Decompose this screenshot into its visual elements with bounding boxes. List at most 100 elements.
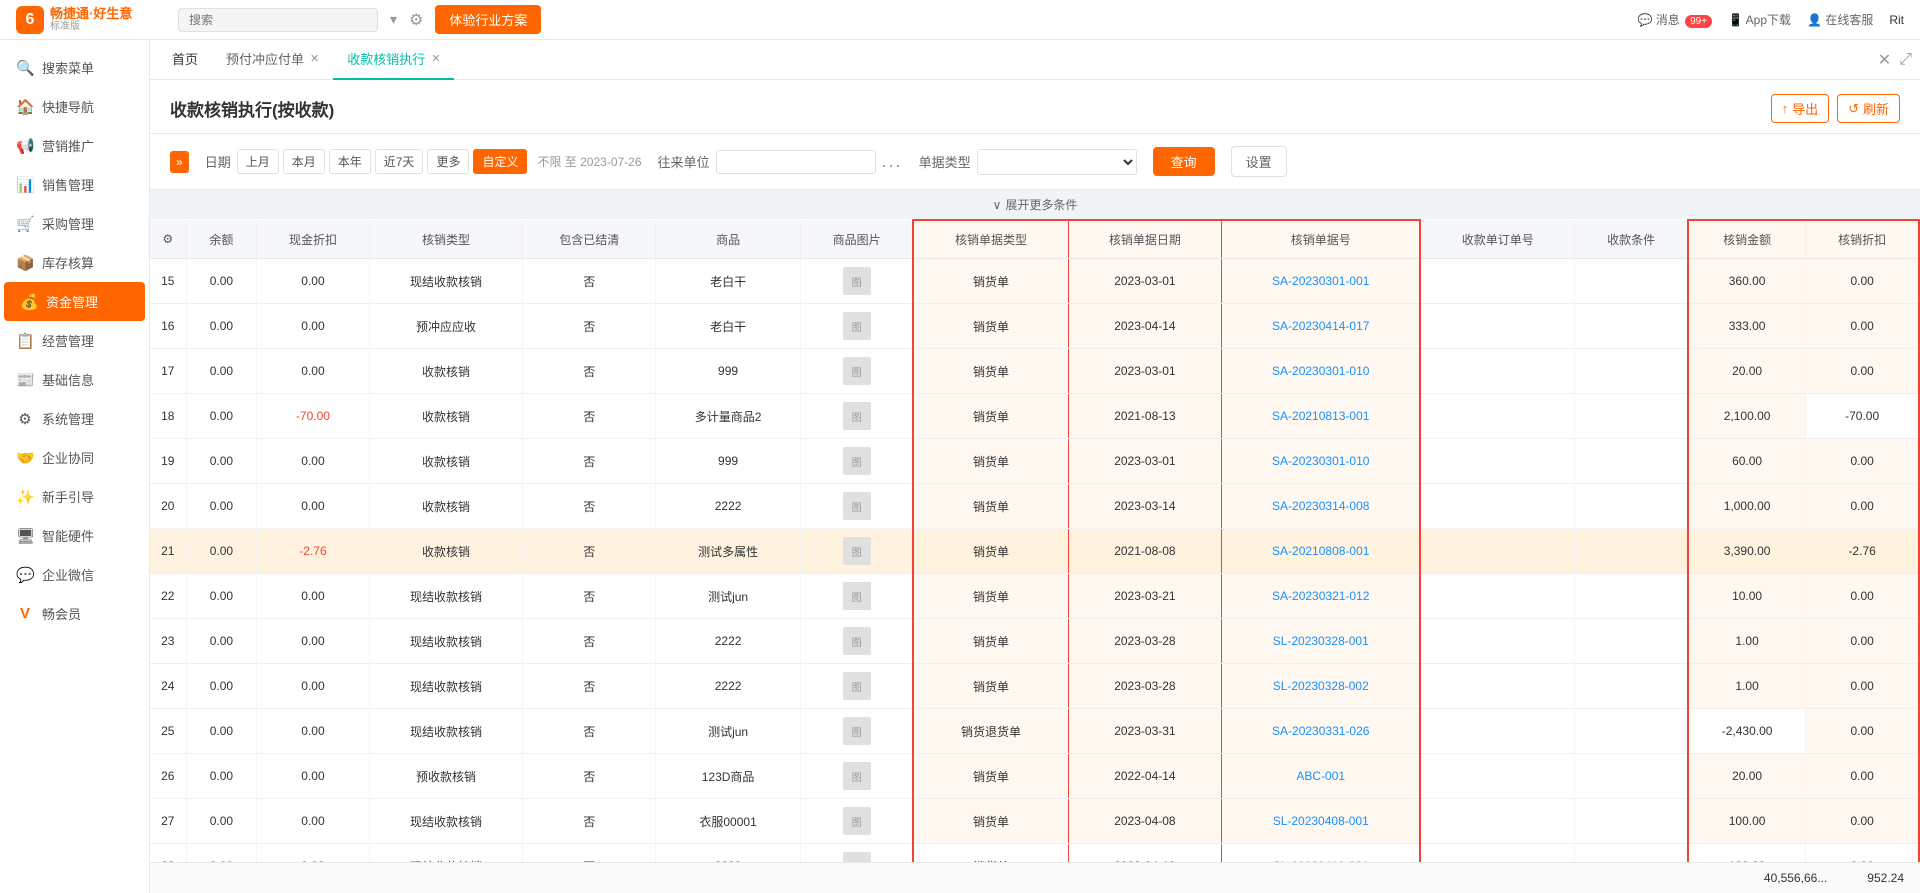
cell-goods: 2222 — [656, 664, 801, 709]
cell-receipt-order-no — [1420, 394, 1575, 439]
sidebar-item-sales[interactable]: 📊 销售管理 — [0, 165, 149, 204]
tab-collection-close[interactable]: ✕ — [431, 52, 440, 65]
sidebar-item-marketing[interactable]: 📢 营销推广 — [0, 126, 149, 165]
cell-receipt-order-no — [1420, 799, 1575, 844]
sidebar-item-system[interactable]: ⚙ 系统管理 — [0, 399, 149, 438]
industry-btn[interactable]: 体验行业方案 — [435, 5, 541, 34]
sidebar-label-corp: 企业协同 — [42, 448, 94, 467]
app-download-btn[interactable]: 📱 App下载 — [1728, 11, 1791, 28]
sidebar-item-search[interactable]: 🔍 搜索菜单 — [0, 48, 149, 87]
page-actions: ↑ 导出 ↺ 刷新 — [1771, 94, 1900, 123]
cell-write-off-type: 现结收款核销 — [369, 619, 523, 664]
online-service-btn[interactable]: 👤 在线客服 — [1807, 11, 1873, 28]
col-header-goods: 商品 — [656, 220, 801, 259]
cell-row-num: 28 — [150, 844, 186, 863]
sidebar-item-finance[interactable]: 💰 资金管理 — [4, 282, 145, 321]
bill-no-link[interactable]: SA-20230331-026 — [1272, 724, 1369, 738]
message-btn[interactable]: 💬 消息 99+ — [1637, 11, 1712, 28]
cell-receipt-condition — [1575, 799, 1688, 844]
bill-no-link[interactable]: SA-20210813-001 — [1272, 409, 1369, 423]
bill-no-link[interactable]: SA-20230414-017 — [1272, 319, 1369, 333]
sidebar-item-hardware[interactable]: 🖥 智能硬件 — [0, 516, 149, 555]
cell-receipt-order-no — [1420, 754, 1575, 799]
cell-include-settled: 否 — [523, 529, 656, 574]
cell-goods: 123D商品 — [656, 754, 801, 799]
message-label: 消息 — [1656, 13, 1680, 27]
table-wrapper[interactable]: ⚙ 余额 现金折扣 核销类型 包含已结清 商品 商品图片 核销单据类型 核销单据… — [150, 219, 1920, 862]
sidebar-item-purchase[interactable]: 🛒 采购管理 — [0, 204, 149, 243]
bill-no-link[interactable]: ABC-001 — [1296, 769, 1345, 783]
tab-prepay-close[interactable]: ✕ — [310, 52, 319, 65]
cell-receipt-condition — [1575, 574, 1688, 619]
filter-row: » 日期 上月 本月 本年 近7天 更多 自定义 不限 至 2023-07-26 — [170, 146, 1900, 177]
bill-no-link[interactable]: SA-20230314-008 — [1272, 499, 1369, 513]
table-row: 22 0.00 0.00 现结收款核销 否 测试jun 图 销货单 2023-0… — [150, 574, 1919, 619]
maximize-icon[interactable]: ⤢ — [1899, 51, 1912, 69]
sidebar-item-inventory[interactable]: 📦 库存核算 — [0, 243, 149, 282]
bill-no-link[interactable]: SA-20230301-001 — [1272, 274, 1369, 288]
export-label: 导出 — [1792, 99, 1818, 118]
bill-no-link[interactable]: SL-20230328-002 — [1273, 679, 1369, 693]
date-btn-7days[interactable]: 近7天 — [375, 149, 424, 174]
date-btn-custom[interactable]: 自定义 — [473, 149, 527, 174]
expand-chevron-icon: ∨ — [993, 198, 1002, 212]
date-btn-more[interactable]: 更多 — [427, 149, 469, 174]
cell-receipt-condition — [1575, 259, 1688, 304]
dropdown-icon[interactable]: ▾ — [390, 11, 397, 28]
date-btn-last-month[interactable]: 上月 — [237, 149, 279, 174]
cell-write-off-bill-type: 销货单 — [913, 529, 1068, 574]
bill-no-link[interactable]: SL-20230328-001 — [1273, 634, 1369, 648]
sidebar-item-guide[interactable]: ✨ 新手引导 — [0, 477, 149, 516]
cell-include-settled: 否 — [523, 844, 656, 863]
sidebar-item-basic[interactable]: 📰 基础信息 — [0, 360, 149, 399]
query-btn[interactable]: 查询 — [1153, 147, 1215, 176]
cell-write-off-amount: 100.00 — [1688, 799, 1806, 844]
cell-write-off-bill-type: 销货单 — [913, 394, 1068, 439]
setting-btn[interactable]: 设置 — [1231, 146, 1287, 177]
sidebar-label-hardware: 智能硬件 — [42, 526, 94, 545]
cell-write-off-bill-date: 2023-04-08 — [1068, 799, 1222, 844]
bill-no-link[interactable]: SA-20210808-001 — [1272, 544, 1369, 558]
cell-cash-discount: 0.00 — [257, 439, 369, 484]
bill-no-link[interactable]: SA-20230301-010 — [1272, 454, 1369, 468]
receipt-type-select[interactable] — [977, 149, 1137, 175]
settings-icon[interactable]: ⚙ — [409, 10, 423, 30]
cell-write-off-bill-date: 2023-03-01 — [1068, 349, 1222, 394]
date-btn-this-year[interactable]: 本年 — [329, 149, 371, 174]
bill-no-link[interactable]: SA-20230321-012 — [1272, 589, 1369, 603]
tab-collection[interactable]: 收款核销执行 ✕ — [333, 40, 454, 80]
tab-prepay[interactable]: 预付冲应付单 ✕ — [212, 40, 333, 80]
bill-no-link[interactable]: SL-20230408-001 — [1273, 814, 1369, 828]
expand-bar[interactable]: ∨ 展开更多条件 — [150, 190, 1920, 219]
sidebar-label-finance: 资金管理 — [46, 292, 98, 311]
sidebar-toggle-btn[interactable]: » — [170, 151, 189, 173]
col-header-write-off-bill-no: 核销单据号 — [1222, 220, 1420, 259]
filter-from-unit: 往来单位 ... — [658, 150, 903, 174]
export-btn[interactable]: ↑ 导出 — [1771, 94, 1830, 123]
cell-include-settled: 否 — [523, 709, 656, 754]
cell-row-num: 15 — [150, 259, 186, 304]
date-btn-this-month[interactable]: 本月 — [283, 149, 325, 174]
home-icon: 🏠 — [16, 98, 34, 116]
close-all-icon[interactable]: ✕ — [1878, 50, 1891, 70]
from-unit-input[interactable] — [716, 150, 876, 174]
sidebar-item-shortcut[interactable]: 🏠 快捷导航 — [0, 87, 149, 126]
cell-goods-image: 图 — [800, 349, 913, 394]
sidebar-item-wechat[interactable]: 💬 企业微信 — [0, 555, 149, 594]
cell-receipt-order-no — [1420, 574, 1575, 619]
sidebar-item-corp[interactable]: 🤝 企业协同 — [0, 438, 149, 477]
search-input[interactable] — [178, 8, 378, 32]
cell-write-off-bill-type: 销货单 — [913, 574, 1068, 619]
col-header-settings[interactable]: ⚙ — [150, 220, 186, 259]
sidebar-label-member: 畅会员 — [42, 604, 81, 623]
bill-no-link[interactable]: SA-20230301-010 — [1272, 364, 1369, 378]
cell-write-off-type: 现结收款核销 — [369, 574, 523, 619]
sidebar-item-member[interactable]: V 畅会员 — [0, 594, 149, 633]
sidebar-item-operation[interactable]: 📋 经营管理 — [0, 321, 149, 360]
refresh-btn[interactable]: ↺ 刷新 — [1837, 94, 1900, 123]
tab-home[interactable]: 首页 — [158, 40, 212, 80]
cell-write-off-type: 收款核销 — [369, 484, 523, 529]
cell-write-off-discount: 0.00 — [1806, 799, 1919, 844]
total-amount: 40,556,66... — [1764, 871, 1827, 885]
cell-row-num: 24 — [150, 664, 186, 709]
